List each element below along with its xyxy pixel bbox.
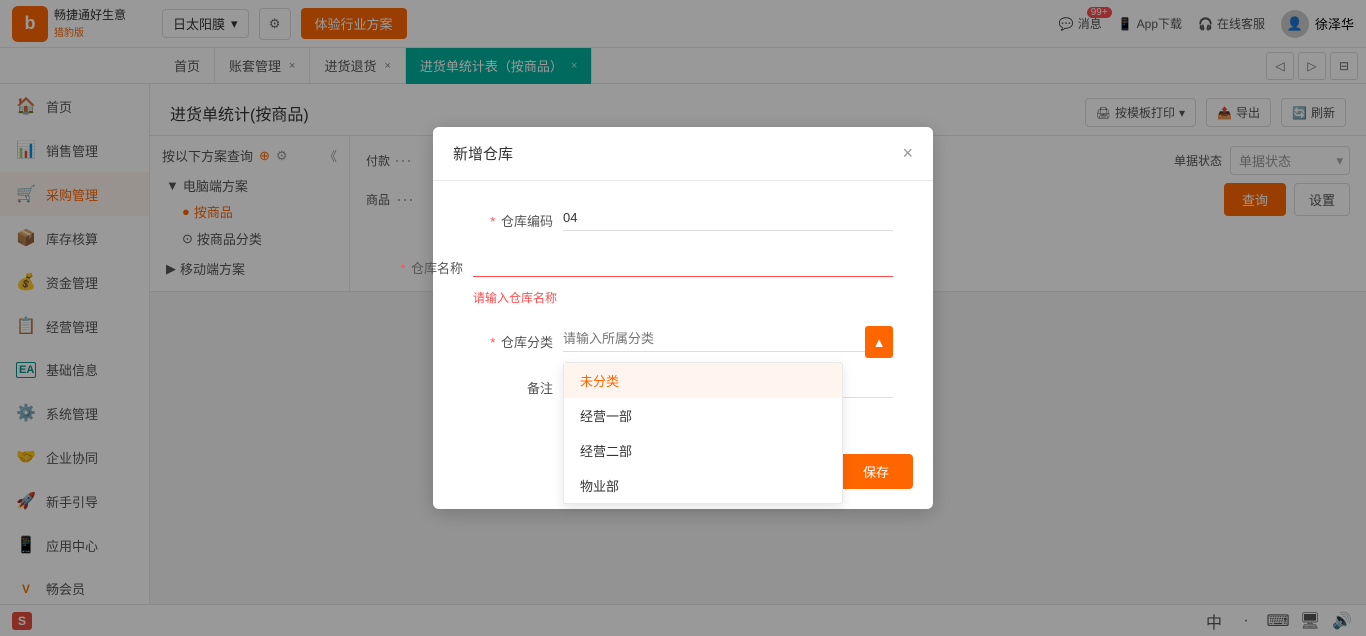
- warehouse-modal: 新增仓库 × * 仓库编码 * 仓库名称: [433, 127, 933, 509]
- chevron-up-icon: ▲: [873, 335, 886, 350]
- warehouse-category-row: * 仓库分类 ▲ 未分类 经营一部: [473, 326, 893, 352]
- warehouse-name-error: 请输入仓库名称: [473, 289, 557, 306]
- modal-title: 新增仓库: [453, 143, 513, 164]
- save-button[interactable]: 保存: [839, 454, 913, 489]
- warehouse-category-label: * 仓库分类: [473, 326, 553, 351]
- warehouse-name-label: * 仓库名称: [383, 252, 463, 277]
- warehouse-name-input[interactable]: [473, 251, 893, 277]
- modal-close-button[interactable]: ×: [902, 143, 913, 164]
- warehouse-code-row: * 仓库编码: [473, 205, 893, 231]
- warehouse-name-field: * 仓库名称: [473, 251, 893, 277]
- warehouse-code-input[interactable]: [563, 205, 893, 231]
- notes-label: 备注: [473, 372, 553, 397]
- option-property[interactable]: 物业部: [564, 468, 842, 503]
- modal-body: * 仓库编码 * 仓库名称 请输入仓库名称: [433, 181, 933, 442]
- option-ops2[interactable]: 经营二部: [564, 433, 842, 468]
- category-dropdown: 未分类 经营一部 经营二部 物业部: [563, 362, 843, 504]
- dropdown-toggle-button[interactable]: ▲: [865, 326, 893, 358]
- warehouse-code-label: * 仓库编码: [473, 205, 553, 230]
- category-field-wrap: ▲ 未分类 经营一部 经营二部 物业部: [563, 326, 893, 352]
- category-input[interactable]: [563, 326, 893, 352]
- warehouse-name-wrap: [473, 251, 893, 277]
- warehouse-name-row: * 仓库名称 请输入仓库名称: [473, 251, 893, 306]
- option-ops1[interactable]: 经营一部: [564, 398, 842, 433]
- modal-header: 新增仓库 ×: [433, 127, 933, 181]
- modal-overlay[interactable]: 新增仓库 × * 仓库编码 * 仓库名称: [0, 0, 1366, 636]
- option-uncategorized[interactable]: 未分类: [564, 363, 842, 398]
